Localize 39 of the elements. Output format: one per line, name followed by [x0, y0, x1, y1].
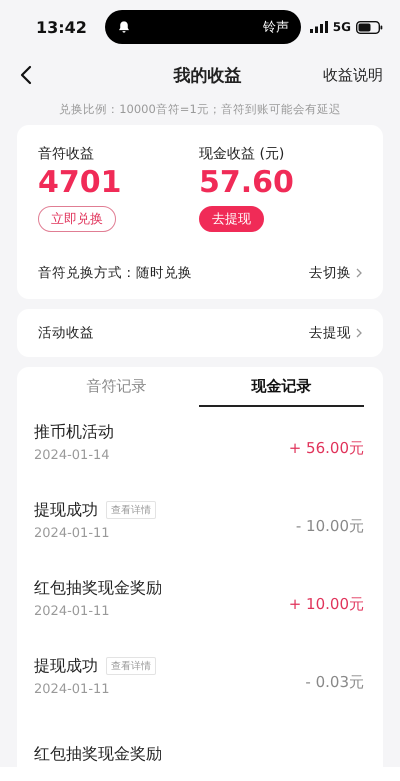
exchange-mode-label: 音符兑换方式：随时兑换 — [38, 264, 193, 282]
bell-icon — [117, 20, 131, 34]
network-label: 5G — [332, 20, 351, 34]
switch-link[interactable]: 去切换 — [309, 264, 351, 282]
ringtone-label: 铃声 — [262, 19, 289, 36]
record-amount: + 10.00元 — [288, 594, 364, 614]
balance-value: 57.60 — [199, 164, 294, 202]
record-amount: + 56.00元 — [288, 438, 364, 458]
battery-icon — [356, 20, 383, 34]
earnings-info-link[interactable]: 收益说明 — [323, 66, 383, 84]
record-date: 2024-01-14 — [34, 448, 111, 462]
activity-earnings-label: 活动收益 — [38, 324, 95, 342]
record-title: 红包抽奖现金奖励 — [34, 744, 162, 764]
record-date: 2024-01-11 — [34, 604, 111, 618]
withdraw-link[interactable]: 去提现 — [309, 324, 351, 342]
record-title: 提现成功 — [34, 500, 98, 520]
balance-value: 4701 — [38, 164, 122, 202]
record-amount: - 10.00元 — [296, 516, 364, 536]
status-time: 13:42 — [36, 18, 88, 36]
chevron-icon — [356, 328, 362, 338]
view-details-link[interactable]: 查看详情 — [106, 501, 156, 519]
balance-action-button[interactable]: 去提现 — [199, 206, 264, 232]
record-tab[interactable]: 音符记录 — [34, 367, 199, 407]
chevron-icon — [356, 268, 362, 278]
record-tab[interactable]: 现金记录 — [199, 367, 364, 407]
page-title: 我的收益 — [172, 64, 242, 86]
record-amount: - 0.03元 — [305, 672, 364, 692]
balance-action-button[interactable]: 立即兑换 — [38, 206, 116, 232]
balance-label: 现金收益 (元) — [199, 145, 284, 163]
record-title: 推币机活动 — [34, 422, 114, 442]
exchange-rate-notice: 兑换比例：10000音符=1元；音符到账可能会有延迟 — [58, 101, 342, 118]
signal-icon — [310, 21, 328, 33]
view-details-link[interactable]: 查看详情 — [106, 657, 156, 675]
record-date: 2024-01-11 — [34, 682, 111, 696]
balance-label: 音符收益 — [38, 145, 94, 163]
record-title: 提现成功 — [34, 656, 98, 676]
record-title: 红包抽奖现金奖励 — [34, 578, 162, 598]
back-icon[interactable] — [20, 65, 32, 85]
record-date: 2024-01-11 — [34, 526, 111, 540]
